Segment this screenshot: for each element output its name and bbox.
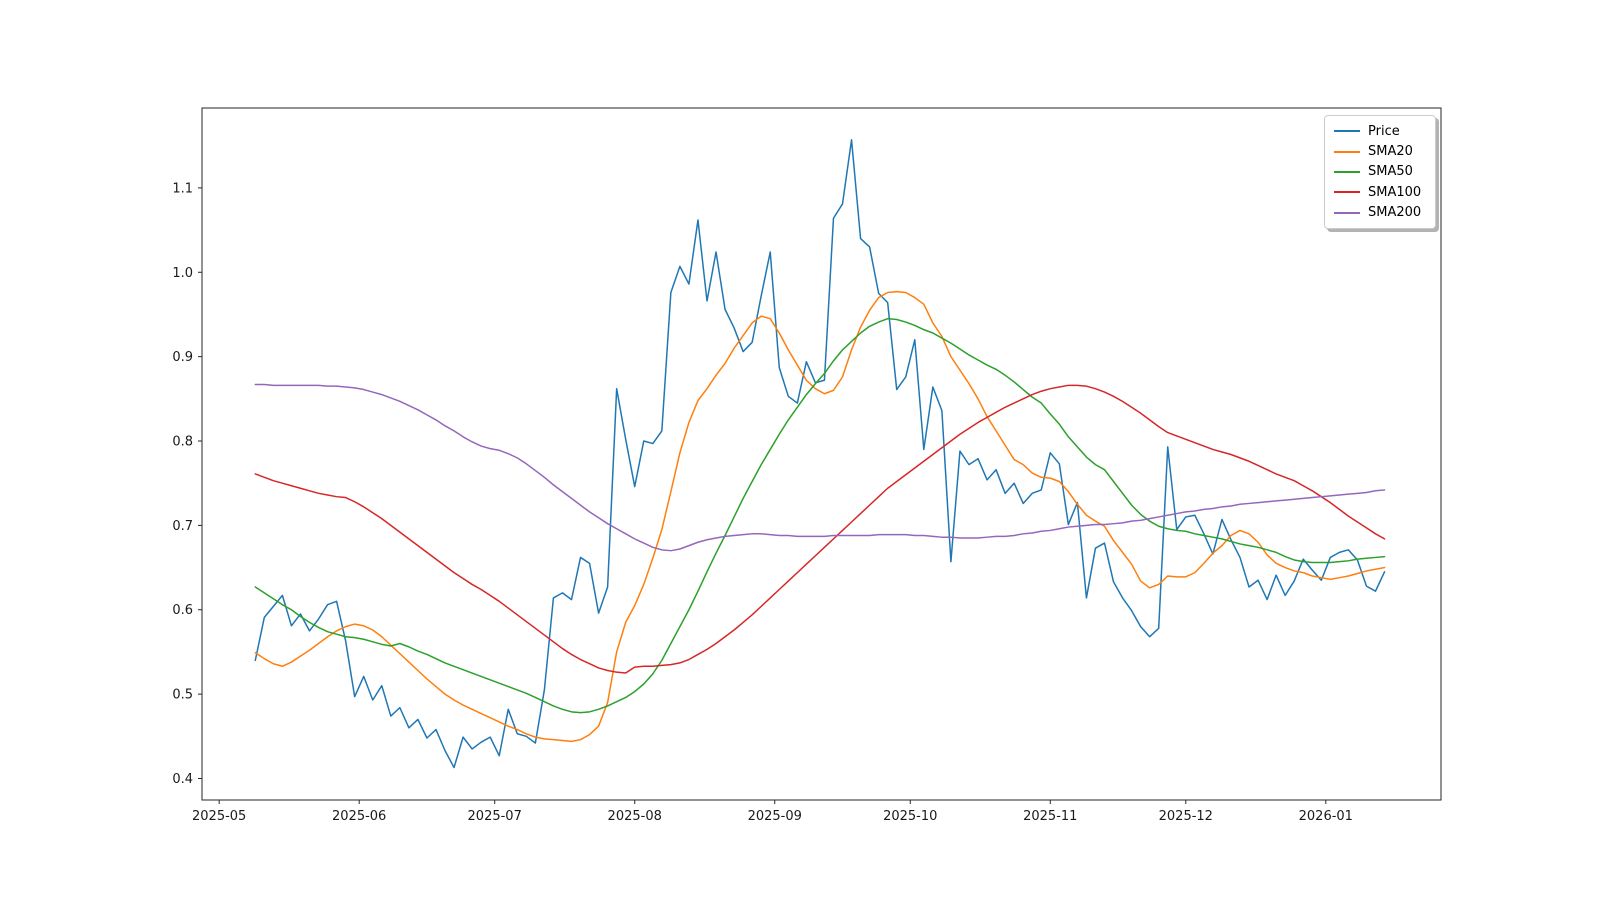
- y-tick-label: 0.5: [172, 688, 193, 703]
- legend-entry: SMA200: [1334, 203, 1427, 223]
- y-tick-label: 0.4: [172, 772, 193, 787]
- y-tick-label: 1.1: [172, 181, 193, 196]
- sma50-line: [254, 317, 1386, 714]
- legend: Price SMA20 SMA50 SMA100 SMA200: [1324, 115, 1436, 229]
- legend-label: SMA100: [1368, 184, 1422, 200]
- x-tick-label: 2025-07: [468, 809, 522, 824]
- legend-label: SMA20: [1368, 144, 1413, 160]
- y-tick-label: 0.6: [172, 603, 193, 618]
- y-tick-label: 0.9: [172, 350, 193, 365]
- chart-figure: 0.4 0.5 0.6 0.7 0.8 0.9 1.0 1.1 2025-05 2025-06 20…: [0, 0, 1600, 900]
- x-tick-label: 2025-12: [1159, 809, 1213, 824]
- legend-entry: SMA50: [1334, 162, 1427, 182]
- plot-frame: [201, 107, 1442, 801]
- legend-line-swatch: [1334, 130, 1360, 133]
- legend-label: SMA200: [1368, 205, 1422, 221]
- legend-label: SMA50: [1368, 164, 1413, 180]
- legend-entry: SMA100: [1334, 182, 1427, 202]
- y-tick-label: 0.8: [172, 435, 193, 450]
- x-tick-label: 2025-05: [192, 809, 246, 824]
- x-tick-label: 2025-11: [1023, 809, 1077, 824]
- y-tick-label: 0.7: [172, 519, 193, 534]
- legend-line-swatch: [1334, 150, 1360, 153]
- legend-line-swatch: [1334, 211, 1360, 214]
- price-line: [254, 139, 1386, 769]
- sma200-line: [254, 383, 1386, 552]
- sma100-line: [254, 384, 1386, 674]
- x-tick-label: 2025-10: [883, 809, 937, 824]
- legend-line-swatch: [1334, 170, 1360, 173]
- legend-label: Price: [1368, 123, 1400, 139]
- x-tick-label: 2026-01: [1299, 809, 1353, 824]
- sma20-line: [254, 290, 1386, 743]
- x-tick-label: 2025-09: [748, 809, 802, 824]
- x-tick-label: 2025-06: [332, 809, 386, 824]
- legend-line-swatch: [1334, 191, 1360, 194]
- legend-entry: SMA20: [1334, 141, 1427, 161]
- x-tick-label: 2025-08: [608, 809, 662, 824]
- y-tick-label: 1.0: [172, 266, 193, 281]
- legend-entry: Price: [1334, 121, 1427, 141]
